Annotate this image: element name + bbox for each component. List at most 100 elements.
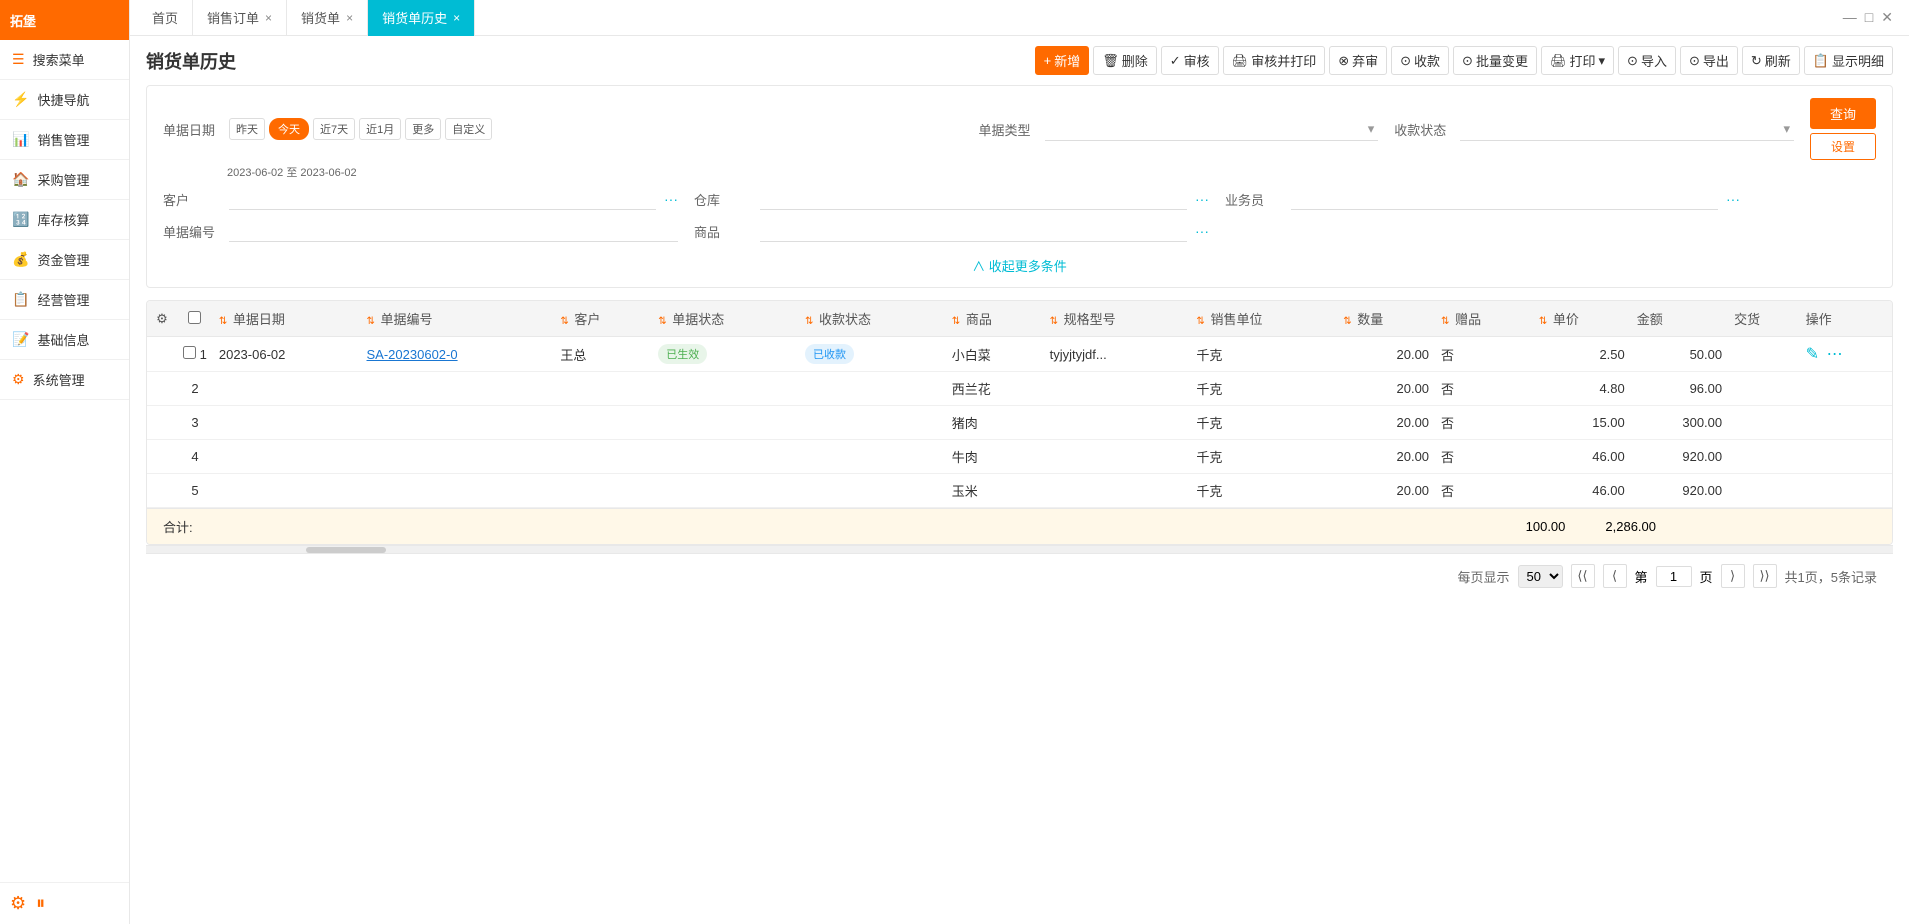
- tab-sales-history[interactable]: 销货单历史 ×: [368, 0, 475, 36]
- th-trade: 交货: [1728, 301, 1800, 337]
- tab-home[interactable]: 首页: [138, 0, 193, 36]
- th-goods[interactable]: ⇅ 商品: [946, 301, 1044, 337]
- collect-button[interactable]: ⊙ 收款: [1391, 46, 1449, 75]
- sidebar-item-purchase-mgmt[interactable]: 🏠 采购管理: [0, 160, 129, 200]
- date-more-btn[interactable]: 更多: [405, 118, 441, 140]
- edit-action-icon[interactable]: ✎: [1806, 346, 1819, 363]
- td-checkbox[interactable]: 4: [177, 440, 213, 474]
- scrollbar-thumb[interactable]: [306, 547, 386, 553]
- td-doc-no[interactable]: [361, 440, 555, 474]
- th-gift[interactable]: ⇅ 赠品: [1435, 301, 1533, 337]
- page-number-input[interactable]: [1656, 566, 1692, 587]
- td-doc-no[interactable]: [361, 406, 555, 440]
- warehouse-dots-icon[interactable]: ···: [1195, 191, 1209, 207]
- sort-icon: ⇅: [560, 316, 568, 327]
- audit-print-button[interactable]: 🖨 审核并打印: [1223, 46, 1326, 75]
- th-settings[interactable]: ⚙: [147, 301, 177, 337]
- prev-page-button[interactable]: ⟨: [1603, 564, 1627, 588]
- payment-status-label: 收款状态: [1394, 120, 1454, 139]
- sidebar-item-sales-mgmt[interactable]: 📊 销售管理: [0, 120, 129, 160]
- td-customer: 王总: [554, 337, 652, 372]
- date-custom-btn[interactable]: 自定义: [445, 118, 492, 140]
- tab-sales-delivery[interactable]: 销货单 ×: [287, 0, 368, 36]
- sidebar-item-basic-info[interactable]: 📝 基础信息: [0, 320, 129, 360]
- th-checkbox[interactable]: [177, 301, 213, 337]
- first-page-button[interactable]: ⟨⟨: [1571, 564, 1595, 588]
- tab-sales-order[interactable]: 销售订单 ×: [193, 0, 287, 36]
- td-doc-no[interactable]: [361, 372, 555, 406]
- import-button[interactable]: ⊙ 导入: [1618, 46, 1676, 75]
- sidebar-item-quick-nav[interactable]: ⚡ 快捷导航: [0, 80, 129, 120]
- th-unit[interactable]: ⇅ 销售单位: [1190, 301, 1337, 337]
- sidebar-item-ops-mgmt[interactable]: 📋 经营管理: [0, 280, 129, 320]
- window-close-button[interactable]: ✕: [1881, 9, 1893, 26]
- horizontal-scrollbar[interactable]: [146, 545, 1893, 553]
- date-last1m-btn[interactable]: 近1月: [359, 118, 401, 140]
- export-button[interactable]: ⊙ 导出: [1680, 46, 1738, 75]
- th-doc-no[interactable]: ⇅ 单据编号: [361, 301, 555, 337]
- type-select[interactable]: ▾: [1045, 118, 1379, 141]
- close-sales-history-tab[interactable]: ×: [453, 11, 460, 25]
- sidebar-item-label: 采购管理: [37, 170, 89, 189]
- sidebar-pause-icon[interactable]: ⏸: [36, 893, 45, 914]
- payment-status-select[interactable]: ▾: [1460, 118, 1794, 141]
- show-detail-button[interactable]: 📋 显示明细: [1804, 46, 1893, 75]
- date-yesterday-btn[interactable]: 昨天: [229, 118, 265, 140]
- sidebar-item-inventory[interactable]: 🔢 库存核算: [0, 200, 129, 240]
- new-button[interactable]: + 新增: [1035, 46, 1090, 75]
- next-page-button[interactable]: ⟩: [1721, 564, 1745, 588]
- td-customer: [554, 372, 652, 406]
- goods-dots-icon[interactable]: ···: [1195, 223, 1209, 239]
- date-today-btn[interactable]: 今天: [269, 118, 309, 140]
- delete-button[interactable]: 🗑 删除: [1093, 46, 1157, 75]
- filter-collapse-btn[interactable]: ∧ 收起更多条件: [163, 252, 1876, 275]
- customer-dots-icon[interactable]: ···: [664, 191, 678, 207]
- abandon-icon: ⊗: [1338, 53, 1349, 69]
- audit-button[interactable]: ✓ 审核: [1161, 46, 1219, 75]
- sidebar-settings-icon[interactable]: ⚙: [10, 893, 26, 914]
- th-price[interactable]: ⇅ 单价: [1533, 301, 1631, 337]
- td-price: 4.80: [1533, 372, 1631, 406]
- abandon-button[interactable]: ⊗ 弃审: [1329, 46, 1387, 75]
- row-checkbox[interactable]: [183, 346, 196, 359]
- td-doc-no[interactable]: [361, 474, 555, 508]
- batch-change-button[interactable]: ⊙ 批量变更: [1453, 46, 1537, 75]
- filter-row-1: 单据日期 昨天 今天 近7天 近1月 更多 自定义 单据类型: [163, 98, 1876, 160]
- salesperson-dots-icon[interactable]: ···: [1726, 191, 1740, 207]
- customer-input[interactable]: [229, 188, 656, 210]
- td-doc-no[interactable]: SA-20230602-0: [361, 337, 555, 372]
- window-min-button[interactable]: —: [1843, 9, 1857, 26]
- goods-input[interactable]: [760, 220, 1187, 242]
- td-checkbox[interactable]: 1: [177, 337, 213, 372]
- td-checkbox[interactable]: 2: [177, 372, 213, 406]
- warehouse-input[interactable]: [760, 188, 1187, 210]
- date-last7-btn[interactable]: 近7天: [313, 118, 355, 140]
- close-sales-delivery-tab[interactable]: ×: [346, 11, 353, 25]
- refresh-button[interactable]: ↻ 刷新: [1742, 46, 1800, 75]
- last-page-button[interactable]: ⟩⟩: [1753, 564, 1777, 588]
- search-menu-icon: ☰: [12, 51, 25, 68]
- docno-input[interactable]: [229, 220, 678, 242]
- th-payment-status[interactable]: ⇅ 收款状态: [799, 301, 946, 337]
- close-sales-order-tab[interactable]: ×: [265, 11, 272, 25]
- salesperson-input[interactable]: [1291, 188, 1718, 210]
- th-doc-date[interactable]: ⇅ 单据日期: [213, 301, 361, 337]
- more-action-icon[interactable]: ⋯: [1827, 346, 1843, 363]
- th-qty[interactable]: ⇅ 数量: [1337, 301, 1435, 337]
- doc-no-link[interactable]: SA-20230602-0: [367, 347, 458, 362]
- window-max-button[interactable]: □: [1865, 9, 1873, 26]
- td-checkbox[interactable]: 3: [177, 406, 213, 440]
- sidebar-item-search-menu[interactable]: ☰ 搜索菜单: [0, 40, 129, 80]
- select-all-checkbox[interactable]: [188, 311, 201, 324]
- th-doc-status[interactable]: ⇅ 单据状态: [652, 301, 799, 337]
- per-page-select[interactable]: 50: [1518, 565, 1563, 588]
- sidebar-item-finance-mgmt[interactable]: 💰 资金管理: [0, 240, 129, 280]
- th-customer[interactable]: ⇅ 客户: [554, 301, 652, 337]
- td-checkbox[interactable]: 5: [177, 474, 213, 508]
- sort-icon: ⇅: [1196, 316, 1204, 327]
- settings-button[interactable]: 设置: [1810, 133, 1876, 160]
- sidebar-item-sys-mgmt[interactable]: ⚙ 系统管理: [0, 360, 129, 400]
- th-spec[interactable]: ⇅ 规格型号: [1044, 301, 1191, 337]
- print-button[interactable]: 🖨 打印 ▾: [1541, 46, 1614, 75]
- query-button[interactable]: 查询: [1810, 98, 1876, 129]
